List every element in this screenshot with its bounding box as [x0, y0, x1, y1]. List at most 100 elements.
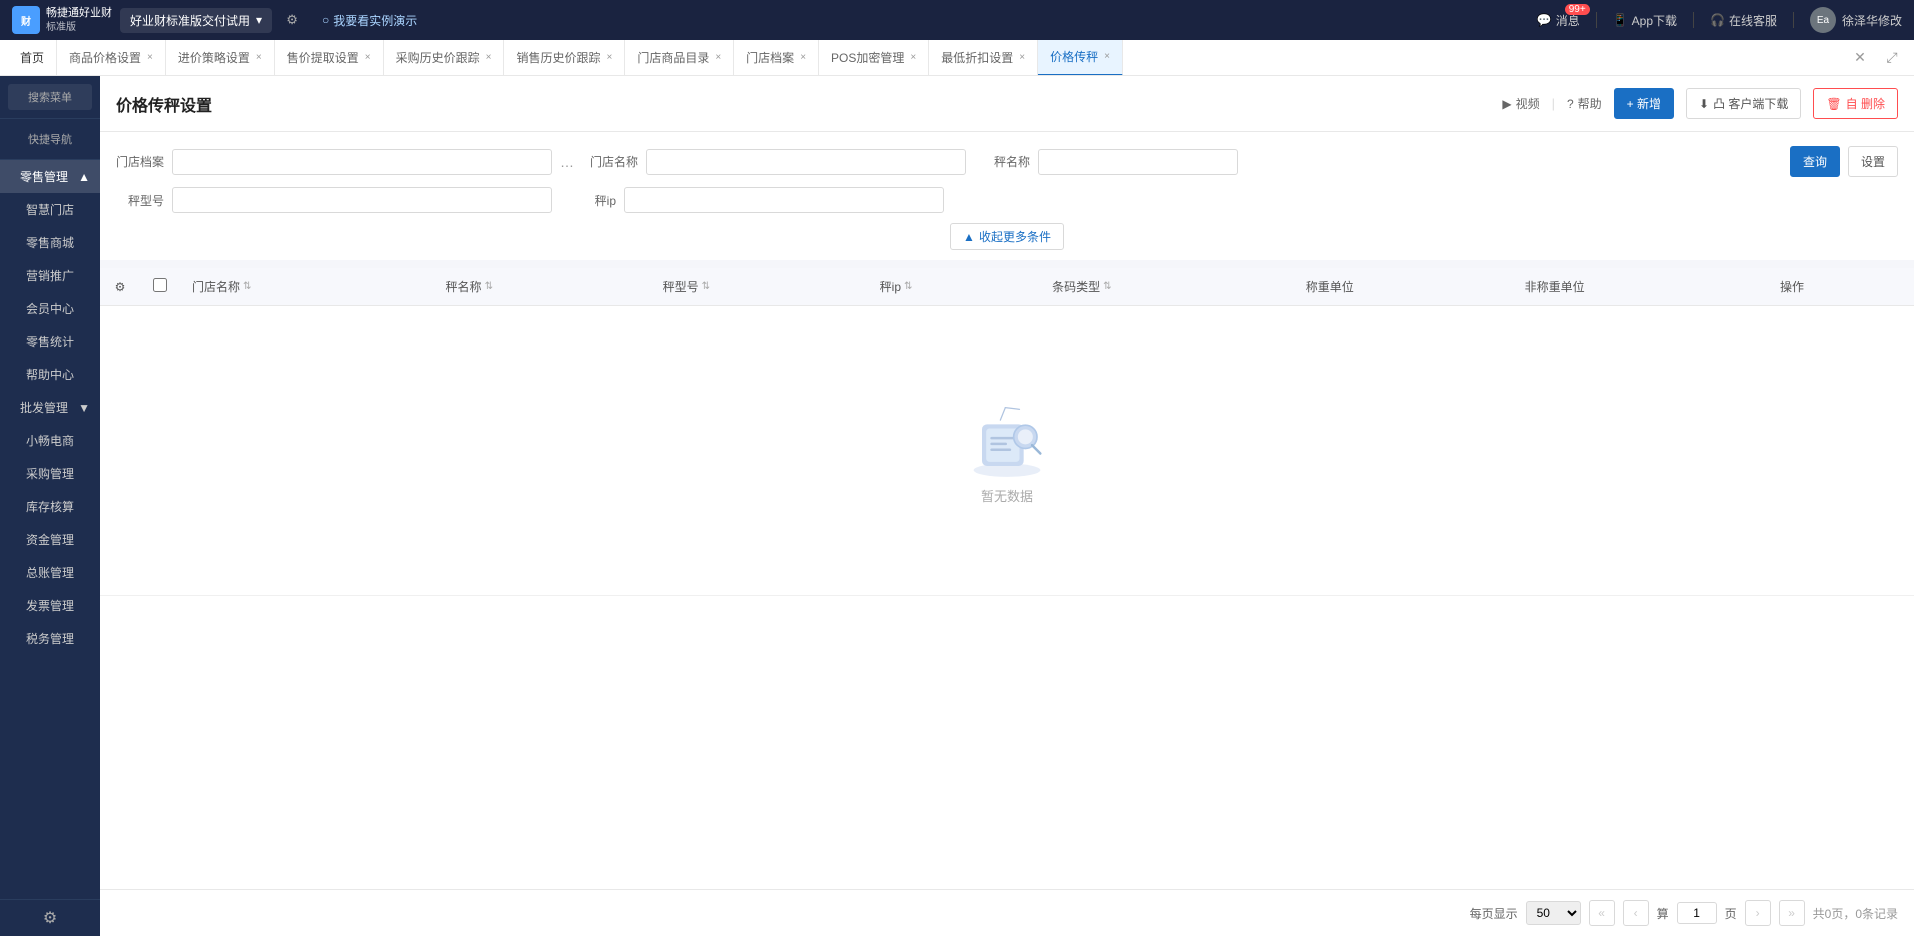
- select-all-checkbox[interactable]: [153, 278, 167, 292]
- prev-page-button[interactable]: ‹: [1623, 900, 1649, 926]
- help-link[interactable]: ? 帮助: [1567, 95, 1602, 112]
- scale-model-input[interactable]: [172, 187, 552, 213]
- sidebar-item-invoice[interactable]: 发票管理: [0, 589, 100, 622]
- first-page-button[interactable]: «: [1589, 900, 1615, 926]
- sidebar-item-help[interactable]: 帮助中心: [0, 358, 100, 391]
- settings-icon[interactable]: ⚙: [278, 6, 306, 34]
- sidebar-item-retail[interactable]: 零售管理 ▲: [0, 160, 100, 193]
- header-row: ⚙ 门店名称 ⇅ 秤名称: [100, 268, 1914, 306]
- add-button[interactable]: + 新增: [1614, 88, 1674, 119]
- sort-scale-ip[interactable]: 秤ip ⇅: [880, 278, 1028, 295]
- delete-label: 自 删除: [1846, 95, 1885, 112]
- close-icon[interactable]: ×: [910, 52, 916, 63]
- close-icon[interactable]: ×: [1104, 51, 1110, 62]
- tab-purchase-history[interactable]: 采购历史价跟踪 ×: [384, 40, 505, 76]
- close-tab-button[interactable]: ✕: [1846, 44, 1874, 72]
- tab-store-catalog[interactable]: 门店商品目录 ×: [625, 40, 734, 76]
- sidebar-item-inventory[interactable]: 库存核算: [0, 490, 100, 523]
- delete-button[interactable]: 🗑 自 删除: [1813, 88, 1898, 119]
- sidebar-item-purchase[interactable]: 采购管理: [0, 457, 100, 490]
- th-store-name: 门店名称 ⇅: [180, 268, 434, 306]
- app-download-button[interactable]: 📱 App下载: [1613, 12, 1677, 29]
- sidebar-item-marketing[interactable]: 营销推广: [0, 259, 100, 292]
- tab-pos[interactable]: POS加密管理 ×: [819, 40, 929, 76]
- content-area: 价格传秤设置 ▶ 视频 | ? 帮助 + 新增 ⬇ 凸 客户端下载: [100, 76, 1914, 936]
- main-layout: 搜索菜单 快捷导航 零售管理 ▲ 智慧门店 零售商城 营销推广 会员中心 零售统…: [0, 76, 1914, 936]
- download-client-button[interactable]: ⬇ 凸 客户端下载: [1686, 88, 1801, 119]
- video-link[interactable]: ▶ 视频: [1502, 95, 1539, 112]
- tab-product-price[interactable]: 商品价格设置 ×: [57, 40, 166, 76]
- tab-purchase-strategy[interactable]: 进价策略设置 ×: [166, 40, 275, 76]
- sidebar-item-retail-stats[interactable]: 零售统计: [0, 325, 100, 358]
- collapse-button[interactable]: ▲ 收起更多条件: [950, 223, 1064, 250]
- tab-label: 门店档案: [746, 49, 794, 66]
- per-page-select[interactable]: 10 20 50 100: [1526, 901, 1581, 925]
- scale-ip-input[interactable]: [624, 187, 944, 213]
- close-icon[interactable]: ×: [147, 52, 153, 63]
- col-label: 门店名称: [192, 278, 240, 295]
- collapse-label: 收起更多条件: [979, 228, 1051, 245]
- app-download-label: App下载: [1632, 12, 1677, 29]
- shortcut-nav-button[interactable]: 快捷导航: [0, 125, 100, 153]
- tab-price-scale[interactable]: 价格传秤 ×: [1038, 40, 1123, 76]
- demo-icon: ○: [322, 13, 329, 27]
- tab-label: 采购历史价跟踪: [396, 49, 480, 66]
- selector-text: 好业财标准版交付试用: [130, 12, 250, 29]
- sidebar-item-general-ledger[interactable]: 总账管理: [0, 556, 100, 589]
- close-icon[interactable]: ×: [256, 52, 262, 63]
- th-scale-model: 秤型号 ⇅: [651, 268, 868, 306]
- play-icon: ▶: [1502, 97, 1511, 111]
- close-icon[interactable]: ×: [800, 52, 806, 63]
- sort-barcode-type[interactable]: 条码类型 ⇅: [1052, 278, 1282, 295]
- sidebar-label: 帮助中心: [10, 366, 90, 383]
- sidebar-item-wholesale[interactable]: 批发管理 ▼: [0, 391, 100, 424]
- sidebar-settings-icon[interactable]: ⚙: [43, 908, 57, 928]
- table-header: ⚙ 门店名称 ⇅ 秤名称: [100, 268, 1914, 306]
- scale-model-label: 秤型号: [116, 192, 164, 209]
- sidebar-item-member[interactable]: 会员中心: [0, 292, 100, 325]
- sort-scale-model[interactable]: 秤型号 ⇅: [663, 278, 856, 295]
- tab-discount[interactable]: 最低折扣设置 ×: [929, 40, 1038, 76]
- demo-link[interactable]: ○ 我要看实例演示: [322, 12, 417, 29]
- page-header-right: ▶ 视频 | ? 帮助 + 新增 ⬇ 凸 客户端下载 🗑 自 删除: [1502, 88, 1898, 119]
- maximize-tab-button[interactable]: ⤢: [1878, 44, 1906, 72]
- sort-store-name[interactable]: 门店名称 ⇅: [192, 278, 422, 295]
- tab-sales-history[interactable]: 销售历史价跟踪 ×: [504, 40, 625, 76]
- close-icon[interactable]: ×: [606, 52, 612, 63]
- col-label: 秤名称: [446, 278, 482, 295]
- scale-name-input[interactable]: [1038, 149, 1238, 175]
- query-button[interactable]: 查询: [1790, 146, 1840, 177]
- ellipsis-icon[interactable]: …: [560, 154, 574, 170]
- th-settings[interactable]: ⚙: [100, 268, 140, 306]
- page-number-input[interactable]: [1677, 902, 1717, 924]
- tab-label: 门店商品目录: [637, 49, 709, 66]
- version-selector[interactable]: 好业财标准版交付试用 ▾: [120, 8, 272, 33]
- online-service-button[interactable]: 🎧 在线客服: [1710, 12, 1777, 29]
- tab-sale-price[interactable]: 售价提取设置 ×: [275, 40, 384, 76]
- sidebar-item-smart-store[interactable]: 智慧门店: [0, 193, 100, 226]
- close-icon[interactable]: ×: [715, 52, 721, 63]
- tab-store-archive[interactable]: 门店档案 ×: [734, 40, 819, 76]
- filter-settings-button[interactable]: 设置: [1848, 146, 1898, 177]
- divider3: [1793, 12, 1794, 28]
- close-icon[interactable]: ×: [1019, 52, 1025, 63]
- last-page-button[interactable]: »: [1779, 900, 1805, 926]
- next-page-button[interactable]: ›: [1745, 900, 1771, 926]
- close-icon[interactable]: ×: [486, 52, 492, 63]
- store-name-input[interactable]: [646, 149, 966, 175]
- user-area[interactable]: Ea 徐泽华修改: [1810, 7, 1902, 33]
- sidebar-item-tax[interactable]: 税务管理: [0, 622, 100, 655]
- sidebar-item-ecommerce[interactable]: 小畅电商: [0, 424, 100, 457]
- messages-button[interactable]: 💬 消息 99+: [1537, 12, 1580, 29]
- store-archive-label: 门店档案: [116, 153, 164, 170]
- search-menu-button[interactable]: 搜索菜单: [8, 84, 92, 110]
- sidebar-item-finance[interactable]: 资金管理: [0, 523, 100, 556]
- store-archive-input[interactable]: [172, 149, 552, 175]
- sort-scale-name[interactable]: 秤名称 ⇅: [446, 278, 639, 295]
- sidebar-item-retail-mall[interactable]: 零售商城: [0, 226, 100, 259]
- th-checkbox: [140, 268, 180, 306]
- tab-home[interactable]: 首页: [8, 40, 57, 76]
- close-icon[interactable]: ×: [365, 52, 371, 63]
- sidebar-label: 批发管理: [10, 399, 78, 416]
- page-header: 价格传秤设置 ▶ 视频 | ? 帮助 + 新增 ⬇ 凸 客户端下载: [100, 76, 1914, 132]
